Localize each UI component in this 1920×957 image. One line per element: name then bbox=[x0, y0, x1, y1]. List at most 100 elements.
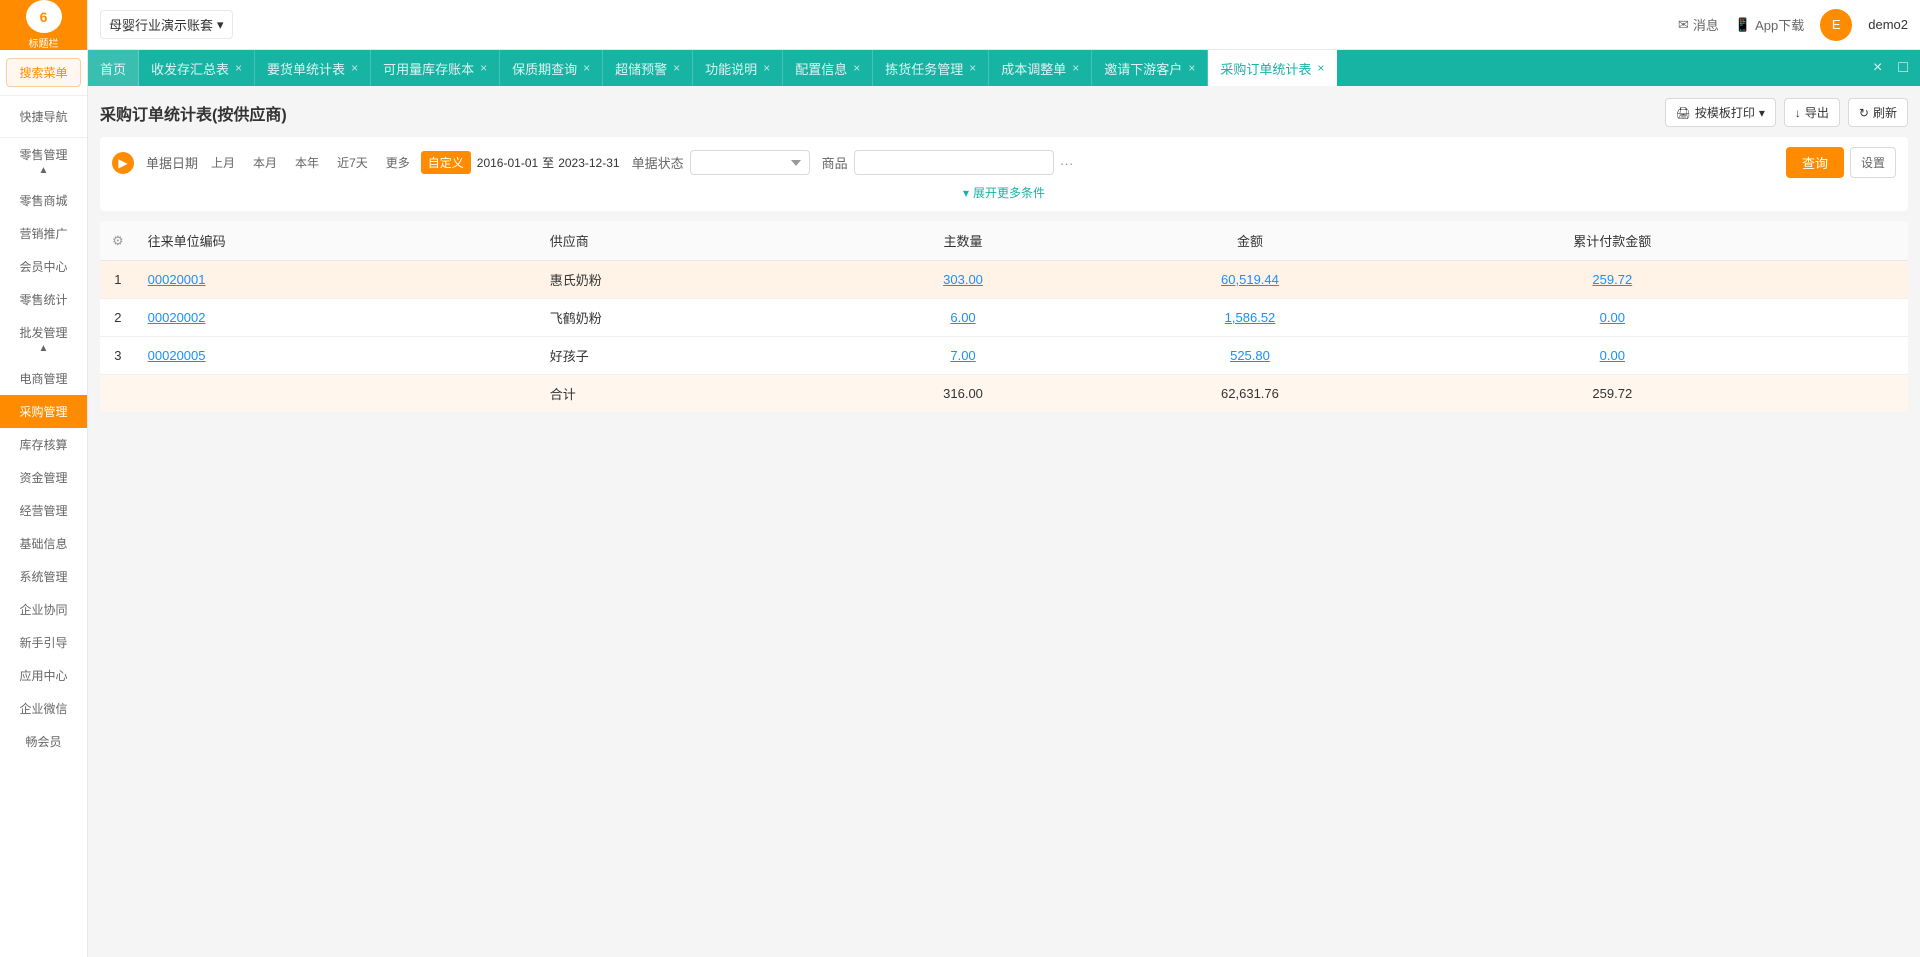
app-download-btn[interactable]: 📱 App下载 bbox=[1735, 15, 1804, 34]
amount-link[interactable]: 60,519.44 bbox=[1221, 272, 1279, 287]
sidebar-item-finance[interactable]: 资金管理 bbox=[0, 461, 87, 494]
date-shortcut-this-month[interactable]: 本月 bbox=[246, 151, 284, 174]
account-dropdown[interactable]: 母婴行业演示账套 ▾ bbox=[100, 10, 233, 39]
goods-input[interactable] bbox=[854, 150, 1054, 175]
date-shortcut-more[interactable]: 更多 bbox=[379, 151, 417, 174]
table-row[interactable]: 3 00020005 好孩子 7.00 525.80 0.00 bbox=[100, 337, 1908, 375]
footer-amount: 62,631.76 bbox=[1089, 375, 1412, 413]
sidebar-item-inventory[interactable]: 库存核算 bbox=[0, 428, 87, 461]
paid-link[interactable]: 259.72 bbox=[1592, 272, 1632, 287]
page-title: 采购订单统计表(按供应商) bbox=[100, 101, 287, 125]
sidebar-item-new-guide[interactable]: 新手引导 bbox=[0, 626, 87, 659]
search-btn[interactable]: 查询 bbox=[1786, 147, 1844, 178]
filter-panel: ▶ 单据日期 上月 本月 本年 近7天 更多 自定义 2016-01-01 至 bbox=[100, 137, 1908, 211]
tab-close-icon[interactable]: × bbox=[969, 61, 976, 75]
tab-cost-adjust[interactable]: 成本调整单 × bbox=[989, 50, 1092, 86]
tab-home[interactable]: 首页 bbox=[88, 50, 139, 86]
tab-close-icon[interactable]: × bbox=[853, 61, 860, 75]
tab-close-icon[interactable]: × bbox=[763, 61, 770, 75]
qty-link[interactable]: 7.00 bbox=[950, 348, 975, 363]
tab-label: 可用量库存账本 bbox=[383, 59, 474, 78]
row-amount: 60,519.44 bbox=[1089, 261, 1412, 299]
table-row[interactable]: 2 00020002 飞鹤奶粉 6.00 1,586.52 0.00 bbox=[100, 299, 1908, 337]
date-shortcut-custom[interactable]: 自定义 bbox=[421, 151, 471, 174]
sidebar-item-member-center[interactable]: 会员中心 bbox=[0, 250, 87, 283]
print-btn[interactable]: 🖨 按模板打印 ▾ bbox=[1665, 98, 1776, 127]
amount-link[interactable]: 1,586.52 bbox=[1225, 310, 1276, 325]
sidebar-item-retail-store[interactable]: 零售商城 bbox=[0, 184, 87, 217]
row-supplier: 好孩子 bbox=[538, 337, 838, 375]
sidebar-item-label: 畅会员 bbox=[25, 733, 61, 750]
tab-pick-task[interactable]: 拣货任务管理 × bbox=[873, 50, 989, 86]
tab-overstock-warn[interactable]: 超储预警 × bbox=[603, 50, 693, 86]
sidebar-item-basic-info[interactable]: 基础信息 bbox=[0, 527, 87, 560]
user-avatar[interactable]: E bbox=[1820, 9, 1852, 41]
quick-nav-item[interactable]: 快捷导航 bbox=[0, 100, 87, 133]
page-content: 采购订单统计表(按供应商) 🖨 按模板打印 ▾ ↓ 导出 ↻ 刷新 bbox=[88, 86, 1920, 957]
refresh-btn[interactable]: ↻ 刷新 bbox=[1848, 98, 1908, 127]
sidebar-item-ops-mgmt[interactable]: 经营管理 bbox=[0, 494, 87, 527]
tab-goods-stat[interactable]: 要货单统计表 × bbox=[255, 50, 371, 86]
qty-link[interactable]: 6.00 bbox=[950, 310, 975, 325]
settings-btn[interactable]: 设置 bbox=[1850, 147, 1896, 178]
search-menu-btn[interactable]: 搜索菜单 bbox=[6, 58, 81, 87]
export-btn[interactable]: ↓ 导出 bbox=[1784, 98, 1840, 127]
tabbar-end: × □ bbox=[1861, 57, 1920, 79]
col-settings-icon[interactable]: ⚙ bbox=[100, 221, 136, 261]
expand-more-btn[interactable]: ▾ 展开更多条件 bbox=[963, 184, 1045, 201]
tab-close-icon[interactable]: × bbox=[351, 61, 358, 75]
tab-close-icon[interactable]: × bbox=[235, 61, 242, 75]
paid-link[interactable]: 0.00 bbox=[1600, 310, 1625, 325]
tab-config-info[interactable]: 配置信息 × bbox=[783, 50, 873, 86]
status-select[interactable] bbox=[690, 150, 810, 175]
sidebar-item-ecom-mgmt[interactable]: 电商管理 bbox=[0, 362, 87, 395]
tab-restore-icon[interactable]: □ bbox=[1894, 57, 1912, 79]
tab-avail-inv[interactable]: 可用量库存账本 × bbox=[371, 50, 500, 86]
date-shortcut-last-month[interactable]: 上月 bbox=[204, 151, 242, 174]
date-shortcut-7days[interactable]: 近7天 bbox=[330, 151, 375, 174]
print-icon: 🖨 bbox=[1676, 106, 1691, 120]
table-row[interactable]: 1 00020001 惠氏奶粉 303.00 60,519.44 259.72 bbox=[100, 261, 1908, 299]
tab-close-icon[interactable]: × bbox=[1317, 61, 1324, 75]
sidebar-item-label: 新手引导 bbox=[19, 634, 67, 651]
date-shortcut-this-year[interactable]: 本年 bbox=[288, 151, 326, 174]
sidebar-item-enterprise-coop[interactable]: 企业协同 bbox=[0, 593, 87, 626]
quick-nav-label: 快捷导航 bbox=[19, 108, 67, 125]
tab-close-all-icon[interactable]: × bbox=[1869, 57, 1886, 79]
tab-func-desc[interactable]: 功能说明 × bbox=[693, 50, 783, 86]
chevron-down-icon: ▾ bbox=[217, 17, 224, 33]
tab-close-icon[interactable]: × bbox=[1188, 61, 1195, 75]
sidebar-item-member[interactable]: 畅会员 bbox=[0, 725, 87, 758]
tab-expiry-query[interactable]: 保质期查询 × bbox=[500, 50, 603, 86]
amount-link[interactable]: 525.80 bbox=[1230, 348, 1270, 363]
tab-purchase-order-stat[interactable]: 采购订单统计表 × bbox=[1208, 50, 1337, 86]
message-btn[interactable]: ✉ 消息 bbox=[1678, 15, 1719, 34]
row-paid: 0.00 bbox=[1411, 299, 1813, 337]
sidebar-item-enterprise-wx[interactable]: 企业微信 bbox=[0, 692, 87, 725]
tab-close-icon[interactable]: × bbox=[1072, 61, 1079, 75]
tab-close-icon[interactable]: × bbox=[480, 61, 487, 75]
print-label: 按模板打印 bbox=[1695, 104, 1755, 121]
row-qty: 7.00 bbox=[837, 337, 1088, 375]
sidebar-item-retail-stat[interactable]: 零售统计 bbox=[0, 283, 87, 316]
sidebar-item-sys-mgmt[interactable]: 系统管理 bbox=[0, 560, 87, 593]
paid-link[interactable]: 0.00 bbox=[1600, 348, 1625, 363]
code-link[interactable]: 00020002 bbox=[148, 310, 206, 325]
goods-input-more-icon[interactable]: ··· bbox=[1060, 155, 1074, 171]
tab-close-icon[interactable]: × bbox=[673, 61, 680, 75]
sidebar-item-marketing[interactable]: 营销推广 bbox=[0, 217, 87, 250]
tab-close-icon[interactable]: × bbox=[583, 61, 590, 75]
table-header-row: ⚙ 往来单位编码 供应商 主数量 金额 累计付款金额 bbox=[100, 221, 1908, 261]
tab-recv-send[interactable]: 收发存汇总表 × bbox=[139, 50, 255, 86]
code-link[interactable]: 00020001 bbox=[148, 272, 206, 287]
sidebar-item-wholesale-mgmt[interactable]: 批发管理 ▲ bbox=[0, 316, 87, 362]
sidebar-item-purchase-mgmt[interactable]: 采购管理 bbox=[0, 395, 87, 428]
tab-invite-downstream[interactable]: 邀请下游客户 × bbox=[1092, 50, 1208, 86]
filter-collapse-btn[interactable]: ▶ bbox=[112, 152, 134, 174]
qty-link[interactable]: 303.00 bbox=[943, 272, 983, 287]
col-header-qty: 主数量 bbox=[837, 221, 1088, 261]
code-link[interactable]: 00020005 bbox=[148, 348, 206, 363]
sidebar-item-label: 电商管理 bbox=[19, 370, 67, 387]
sidebar-item-app-center[interactable]: 应用中心 bbox=[0, 659, 87, 692]
sidebar-item-retail-mgmt[interactable]: 零售管理 ▲ bbox=[0, 138, 87, 184]
